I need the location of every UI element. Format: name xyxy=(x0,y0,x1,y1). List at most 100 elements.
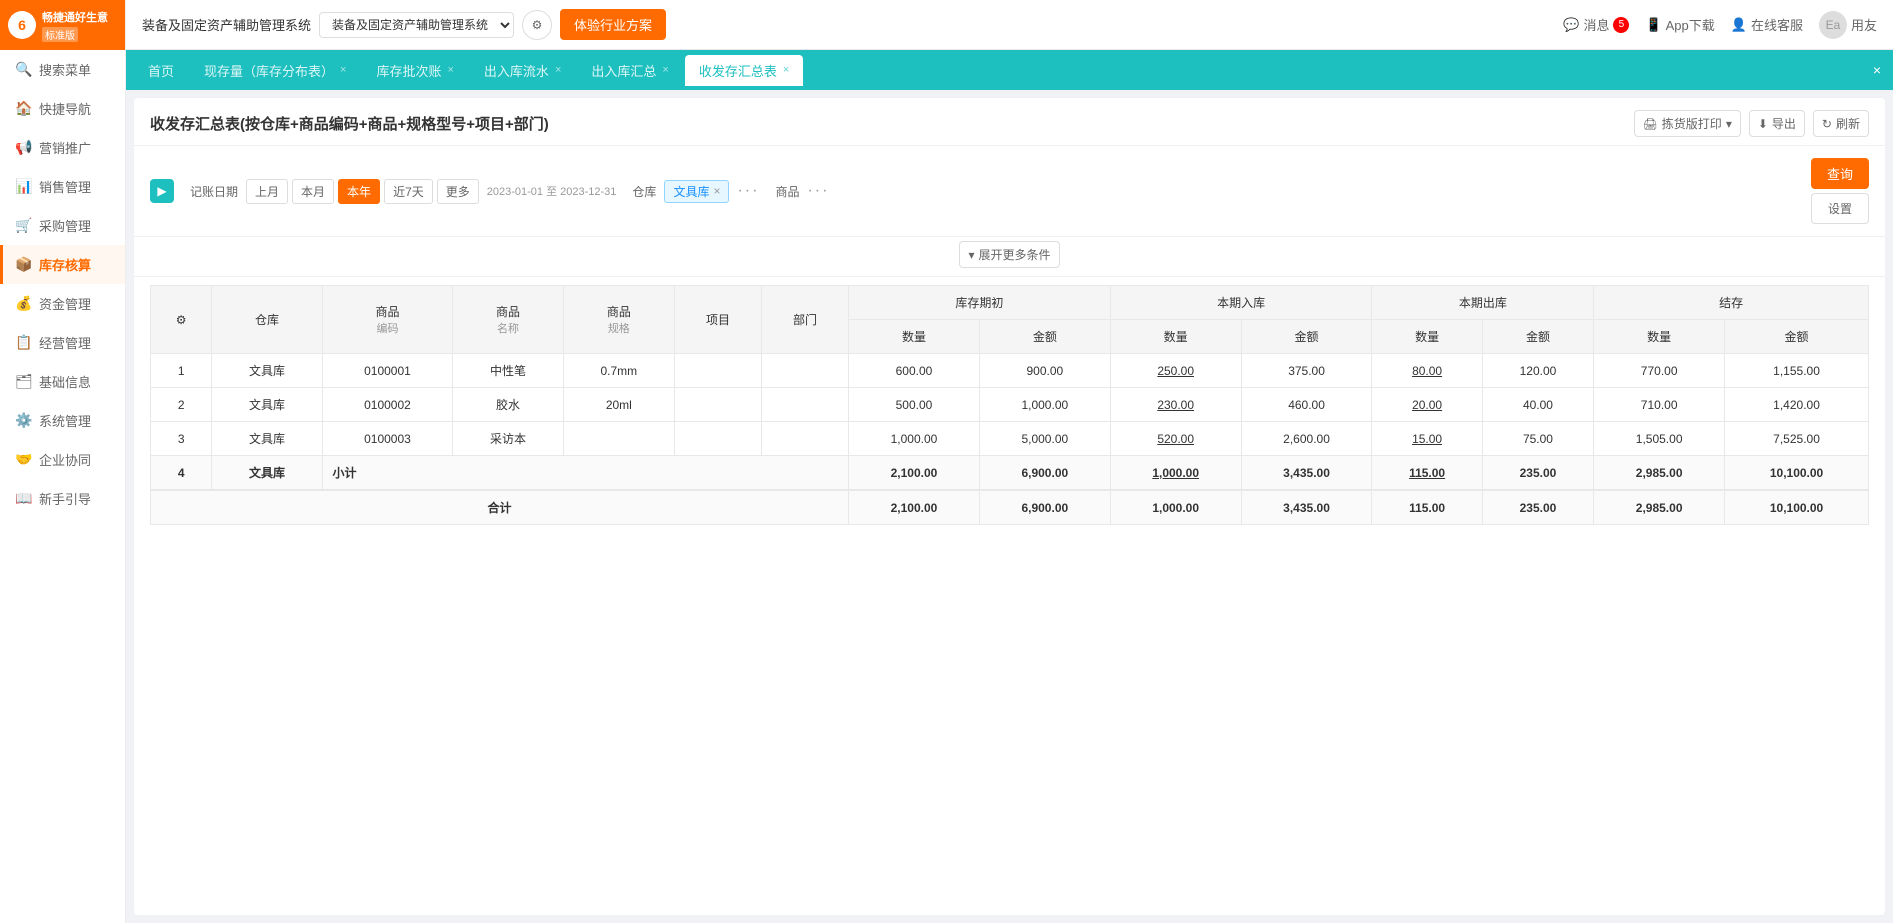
th-group-balance: 结存 xyxy=(1594,286,1869,320)
date-btn-more[interactable]: 更多 xyxy=(437,179,479,204)
row3-out-amt: 75.00 xyxy=(1482,422,1594,456)
sidebar-item-system[interactable]: ⚙️ 系统管理 xyxy=(0,401,125,440)
subtotal-opening-amt: 6,900.00 xyxy=(979,456,1110,491)
filter-toggle-btn[interactable]: ▶ xyxy=(150,179,174,203)
th-group-opening: 库存期初 xyxy=(849,286,1111,320)
row3-opening-qty: 1,000.00 xyxy=(849,422,980,456)
subtotal-in-qty[interactable]: 1,000.00 xyxy=(1110,456,1241,491)
row3-opening-amt: 5,000.00 xyxy=(979,422,1110,456)
tab-close-inout-flow[interactable]: × xyxy=(555,64,561,76)
row2-in-amt: 460.00 xyxy=(1241,388,1372,422)
row3-department xyxy=(762,422,849,456)
message-icon: 💬 xyxy=(1563,17,1579,33)
setting-button[interactable]: 设置 xyxy=(1811,193,1869,224)
subtotal-in-amt: 3,435.00 xyxy=(1241,456,1372,491)
row2-seq: 2 xyxy=(151,388,212,422)
online-service-button[interactable]: 👤 在线客服 xyxy=(1731,15,1803,34)
subtotal-seq: 4 xyxy=(151,456,212,491)
user-menu[interactable]: Ea 用友 xyxy=(1819,11,1877,39)
export-btn[interactable]: ⬇ 导出 xyxy=(1749,110,1805,137)
operations-icon: 📋 xyxy=(15,334,33,351)
total-opening-qty: 2,100.00 xyxy=(849,490,980,525)
date-btn-last-month[interactable]: 上月 xyxy=(246,179,288,204)
sidebar-item-operations[interactable]: 📋 经营管理 xyxy=(0,323,125,362)
sidebar-item-search[interactable]: 🔍 搜索菜单 xyxy=(0,50,125,89)
row1-department xyxy=(762,354,849,388)
total-label: 合计 xyxy=(151,490,849,525)
expand-conditions-btn[interactable]: ▾ 展开更多条件 xyxy=(959,241,1059,268)
th-project: 项目 xyxy=(675,286,762,354)
tab-batch-account[interactable]: 库存批次账 × xyxy=(362,55,467,86)
close-all-tabs-button[interactable]: × xyxy=(1873,62,1885,78)
warehouse-filter-more[interactable]: ··· xyxy=(737,182,759,200)
tab-inout-summary[interactable]: 出入库汇总 × xyxy=(577,55,682,86)
row3-warehouse: 文具库 xyxy=(212,422,322,456)
topbar-left: 装备及固定资产辅助管理系统 装备及固定资产辅助管理系统 ⚙ 体验行业方案 xyxy=(142,9,666,40)
print-btn[interactable]: 🖨 拣货版打印 ▾ xyxy=(1634,110,1741,137)
total-out-amt: 235.00 xyxy=(1482,490,1594,525)
sidebar: 6 畅捷通好生意 标准版 🔍 搜索菜单 🏠 快捷导航 📢 营销推广 📊 销售管理… xyxy=(0,0,126,923)
print-icon: 🖨 xyxy=(1643,117,1658,131)
row3-in-qty[interactable]: 520.00 xyxy=(1110,422,1241,456)
sidebar-item-inventory[interactable]: 📦 库存核算 xyxy=(0,245,125,284)
th-goods-spec: 商品规格 xyxy=(563,286,674,354)
refresh-btn[interactable]: ↻ 刷新 xyxy=(1813,110,1869,137)
home-icon: 🏠 xyxy=(15,100,33,117)
subtotal-balance-amt: 10,100.00 xyxy=(1725,456,1869,491)
query-button[interactable]: 查询 xyxy=(1811,158,1869,189)
main-area: 装备及固定资产辅助管理系统 装备及固定资产辅助管理系统 ⚙ 体验行业方案 💬 消… xyxy=(126,0,1893,923)
tab-inout-flow[interactable]: 出入库流水 × xyxy=(470,55,575,86)
tab-inventory-dist[interactable]: 现存量（库存分布表） × xyxy=(190,55,360,86)
date-filter-group: 记账日期 上月 本月 本年 近7天 更多 2023-01-01 至 2023-1… xyxy=(190,179,616,204)
system-selector[interactable]: 装备及固定资产辅助管理系统 xyxy=(319,12,514,38)
tab-close-batch-account[interactable]: × xyxy=(447,64,453,76)
table-body: 1 文具库 0100001 中性笔 0.7mm 600.00 900.00 25… xyxy=(151,354,1869,491)
warehouse-tag-remove[interactable]: × xyxy=(713,184,720,198)
row1-balance-amt: 1,155.00 xyxy=(1725,354,1869,388)
sidebar-nav: 🔍 搜索菜单 🏠 快捷导航 📢 营销推广 📊 销售管理 🛒 采购管理 📦 库存核… xyxy=(0,50,125,923)
th-settings: ⚙ xyxy=(151,286,212,354)
guide-icon: 📖 xyxy=(15,490,33,507)
sidebar-item-sales[interactable]: 📊 销售管理 xyxy=(0,167,125,206)
sidebar-item-marketing[interactable]: 📢 营销推广 xyxy=(0,128,125,167)
th-goods-name: 商品名称 xyxy=(453,286,563,354)
settings-gear-button[interactable]: ⚙ xyxy=(522,10,552,40)
sidebar-item-finance[interactable]: 💰 资金管理 xyxy=(0,284,125,323)
enterprise-icon: 🤝 xyxy=(15,451,33,468)
row1-out-qty[interactable]: 80.00 xyxy=(1372,354,1482,388)
sidebar-item-purchase[interactable]: 🛒 采购管理 xyxy=(0,206,125,245)
th-group-in: 本期入库 xyxy=(1110,286,1372,320)
warehouse-filter-group: 仓库 文具库 × ··· xyxy=(632,180,759,203)
row2-out-qty[interactable]: 20.00 xyxy=(1372,388,1482,422)
goods-filter-more[interactable]: ··· xyxy=(807,182,829,200)
row3-goods-name: 采访本 xyxy=(453,422,563,456)
expand-conditions-area: ▾ 展开更多条件 xyxy=(134,237,1885,277)
sidebar-item-guide[interactable]: 📖 新手引导 xyxy=(0,479,125,518)
row1-out-amt: 120.00 xyxy=(1482,354,1594,388)
table-row: 1 文具库 0100001 中性笔 0.7mm 600.00 900.00 25… xyxy=(151,354,1869,388)
sidebar-item-basic-info[interactable]: 🗂 基础信息 xyxy=(0,362,125,401)
row1-goods-spec: 0.7mm xyxy=(563,354,674,388)
system-icon: ⚙️ xyxy=(15,412,33,429)
row1-in-qty[interactable]: 250.00 xyxy=(1110,354,1241,388)
subtotal-out-qty[interactable]: 115.00 xyxy=(1372,456,1482,491)
total-opening-amt: 6,900.00 xyxy=(979,490,1110,525)
experience-btn[interactable]: 体验行业方案 xyxy=(560,9,666,40)
tab-receipt-summary[interactable]: 收发存汇总表 × xyxy=(685,55,803,86)
sidebar-item-enterprise[interactable]: 🤝 企业协同 xyxy=(0,440,125,479)
row2-in-qty[interactable]: 230.00 xyxy=(1110,388,1241,422)
row3-out-qty[interactable]: 15.00 xyxy=(1372,422,1482,456)
th-out-qty: 数量 xyxy=(1372,320,1482,354)
expand-icon: ▾ xyxy=(968,248,974,262)
date-btn-this-month[interactable]: 本月 xyxy=(292,179,334,204)
tab-home[interactable]: 首页 xyxy=(134,55,188,86)
row2-goods-name: 胶水 xyxy=(453,388,563,422)
messages-button[interactable]: 💬 消息 5 xyxy=(1563,15,1629,34)
tab-close-receipt-summary[interactable]: × xyxy=(783,64,789,76)
tab-close-inout-summary[interactable]: × xyxy=(662,64,668,76)
tab-close-inventory-dist[interactable]: × xyxy=(340,64,346,76)
sidebar-item-quick-nav[interactable]: 🏠 快捷导航 xyxy=(0,89,125,128)
date-btn-7days[interactable]: 近7天 xyxy=(384,179,433,204)
date-btn-this-year[interactable]: 本年 xyxy=(338,179,380,204)
app-download-button[interactable]: 📱 App下载 xyxy=(1645,15,1714,34)
